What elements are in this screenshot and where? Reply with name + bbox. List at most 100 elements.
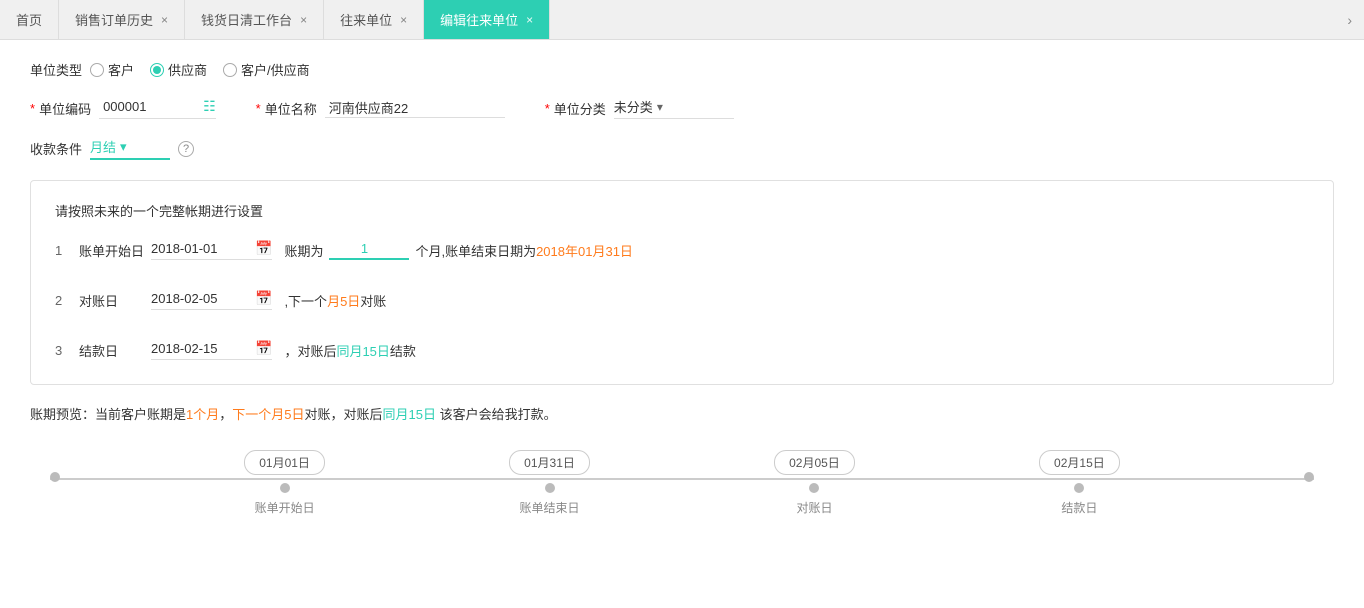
preview-part1: 1个月 [186, 407, 219, 422]
close-edit-partner[interactable]: × [526, 13, 533, 27]
radio-both[interactable]: 客户/供应商 [223, 60, 310, 79]
payment-row: 收款条件 月结 ▾ ? [30, 137, 1334, 160]
unit-name-star: * [256, 101, 261, 116]
radio-supplier[interactable]: 供应商 [150, 60, 207, 79]
period-suffix: 个月,账单结束日期为 [415, 241, 536, 260]
unit-category-star: * [545, 101, 550, 116]
step-1-label: 账单开始日 [79, 241, 151, 260]
timeline-pill-3: 02月05日 [774, 450, 855, 475]
settlement-date-input[interactable] [151, 341, 251, 356]
settlement-date-cal-icon[interactable]: 📅 [255, 340, 272, 357]
timeline-line [50, 478, 1314, 480]
settlement-desc-highlight: 同月15日 [336, 341, 389, 360]
preview-mid2: 对账，对账后 [305, 407, 383, 422]
setting-row-2: 2 对账日 📅 ,下一个月5日对账 [55, 290, 1309, 310]
step-2-label: 对账日 [79, 291, 151, 310]
timeline-circle-4 [1074, 483, 1084, 493]
reconcile-desc-after: 对账 [360, 291, 386, 310]
unit-code-copy-icon[interactable]: ☷ [203, 98, 216, 115]
unit-type-radio-group: 客户 供应商 客户/供应商 [90, 60, 310, 79]
timeline-label-4: 结款日 [1061, 499, 1097, 516]
unit-code-star: * [30, 101, 35, 116]
timeline-label-1: 账单开始日 [255, 499, 315, 516]
preview-text: 账期预览：当前客户账期是1个月，下一个月5日对账，对账后同月15日 该客户会给我… [30, 405, 1334, 426]
preview-mid1: ， [219, 407, 232, 422]
tab-home[interactable]: 首页 [0, 0, 59, 39]
tab-cashflow[interactable]: 钱货日清工作台 × [185, 0, 324, 39]
start-date-input-wrap: 📅 [151, 240, 272, 260]
payment-condition-select[interactable]: 月结 ▾ [90, 137, 170, 160]
timeline-node-2: 01月31日 账单结束日 [509, 450, 590, 516]
payment-condition-value: 月结 [90, 137, 116, 156]
timeline-circle-3 [809, 483, 819, 493]
unit-type-row: 单位类型 客户 供应商 客户/供应商 [30, 60, 1334, 79]
preview-part2: 下一个月5日 [232, 407, 304, 422]
timeline-left-circle [50, 472, 60, 482]
timeline-pill-1: 01月01日 [244, 450, 325, 475]
unit-type-label: 单位类型 [30, 60, 82, 79]
unit-code-group: * 单位编码 ☷ [30, 97, 216, 119]
radio-both-circle [223, 63, 237, 77]
timeline-container: 01月01日 账单开始日 01月31日 账单结束日 02月05日 对账日 02月… [30, 450, 1334, 516]
code-name-category-row: * 单位编码 ☷ * 单位名称 * 单位分类 未分类 ▾ [30, 97, 1334, 119]
reconcile-desc-highlight: 月5日 [327, 291, 360, 310]
preview-part3: 同月15日 [383, 407, 436, 422]
settlement-desc-before: ，对账后 [284, 341, 336, 360]
unit-code-label: 单位编码 [39, 99, 91, 118]
payment-chevron-icon: ▾ [120, 139, 127, 155]
unit-category-select[interactable]: 未分类 ▾ [614, 97, 734, 119]
start-date-input[interactable] [151, 241, 251, 256]
settings-title: 请按照未来的一个完整帐期进行设置 [55, 201, 1309, 220]
period-input[interactable] [329, 241, 399, 256]
timeline-pill-2: 01月31日 [509, 450, 590, 475]
tab-bar: 首页 销售订单历史 × 钱货日清工作台 × 往来单位 × 编辑往来单位 × › [0, 0, 1364, 40]
unit-category-group: * 单位分类 未分类 ▾ [545, 97, 734, 119]
radio-customer-circle [90, 63, 104, 77]
radio-customer[interactable]: 客户 [90, 60, 134, 79]
tab-more-arrow[interactable]: › [1335, 12, 1364, 28]
timeline-label-2: 账单结束日 [520, 499, 580, 516]
timeline-right-dot [1304, 472, 1314, 482]
timeline-node-3: 02月05日 对账日 [774, 450, 855, 516]
tab-sales-history[interactable]: 销售订单历史 × [59, 0, 185, 39]
reconcile-date-input-wrap: 📅 [151, 290, 272, 310]
start-date-cal-icon[interactable]: 📅 [255, 240, 272, 257]
tab-partner[interactable]: 往来单位 × [324, 0, 424, 39]
period-end-date: 2018年01月31日 [536, 241, 633, 260]
timeline-circle-1 [280, 483, 290, 493]
unit-code-input-wrap: ☷ [99, 97, 216, 119]
unit-name-label: 单位名称 [265, 99, 317, 118]
timeline-left-dot [50, 472, 60, 482]
radio-supplier-circle [150, 63, 164, 77]
step-2-num: 2 [55, 293, 79, 308]
reconcile-date-cal-icon[interactable]: 📅 [255, 290, 272, 307]
timeline-circle-2 [545, 483, 555, 493]
period-prefix: 账期为 [284, 241, 323, 260]
settlement-date-input-wrap: 📅 [151, 340, 272, 360]
timeline-right-circle [1304, 472, 1314, 482]
unit-code-input[interactable] [99, 97, 199, 116]
help-icon[interactable]: ? [178, 141, 194, 157]
unit-category-chevron: ▾ [657, 100, 663, 114]
timeline: 01月01日 账单开始日 01月31日 账单结束日 02月05日 对账日 02月… [50, 450, 1314, 516]
step-1-num: 1 [55, 243, 79, 258]
close-cashflow[interactable]: × [300, 13, 307, 27]
timeline-node-1: 01月01日 账单开始日 [244, 450, 325, 516]
setting-row-3: 3 结款日 📅 ，对账后同月15日结款 [55, 340, 1309, 360]
close-sales-history[interactable]: × [161, 13, 168, 27]
reconcile-desc-before: ,下一个 [284, 291, 327, 310]
timeline-node-4: 02月15日 结款日 [1039, 450, 1120, 516]
step-3-num: 3 [55, 343, 79, 358]
unit-name-group: * 单位名称 [256, 98, 505, 118]
preview-end: 该客户会给我打款。 [440, 407, 557, 422]
tab-edit-partner[interactable]: 编辑往来单位 × [424, 0, 550, 39]
settlement-desc-after: 结款 [390, 341, 416, 360]
step-3-label: 结款日 [79, 341, 151, 360]
payment-condition-label: 收款条件 [30, 139, 82, 158]
unit-name-input[interactable] [325, 98, 505, 118]
preview-label: 账期预览：当前客户账期是 [30, 407, 186, 422]
reconcile-date-input[interactable] [151, 291, 251, 306]
timeline-label-3: 对账日 [796, 499, 832, 516]
close-partner[interactable]: × [400, 13, 407, 27]
setting-row-1: 1 账单开始日 📅 账期为 个月,账单结束日期为 2018年01月31日 [55, 240, 1309, 260]
